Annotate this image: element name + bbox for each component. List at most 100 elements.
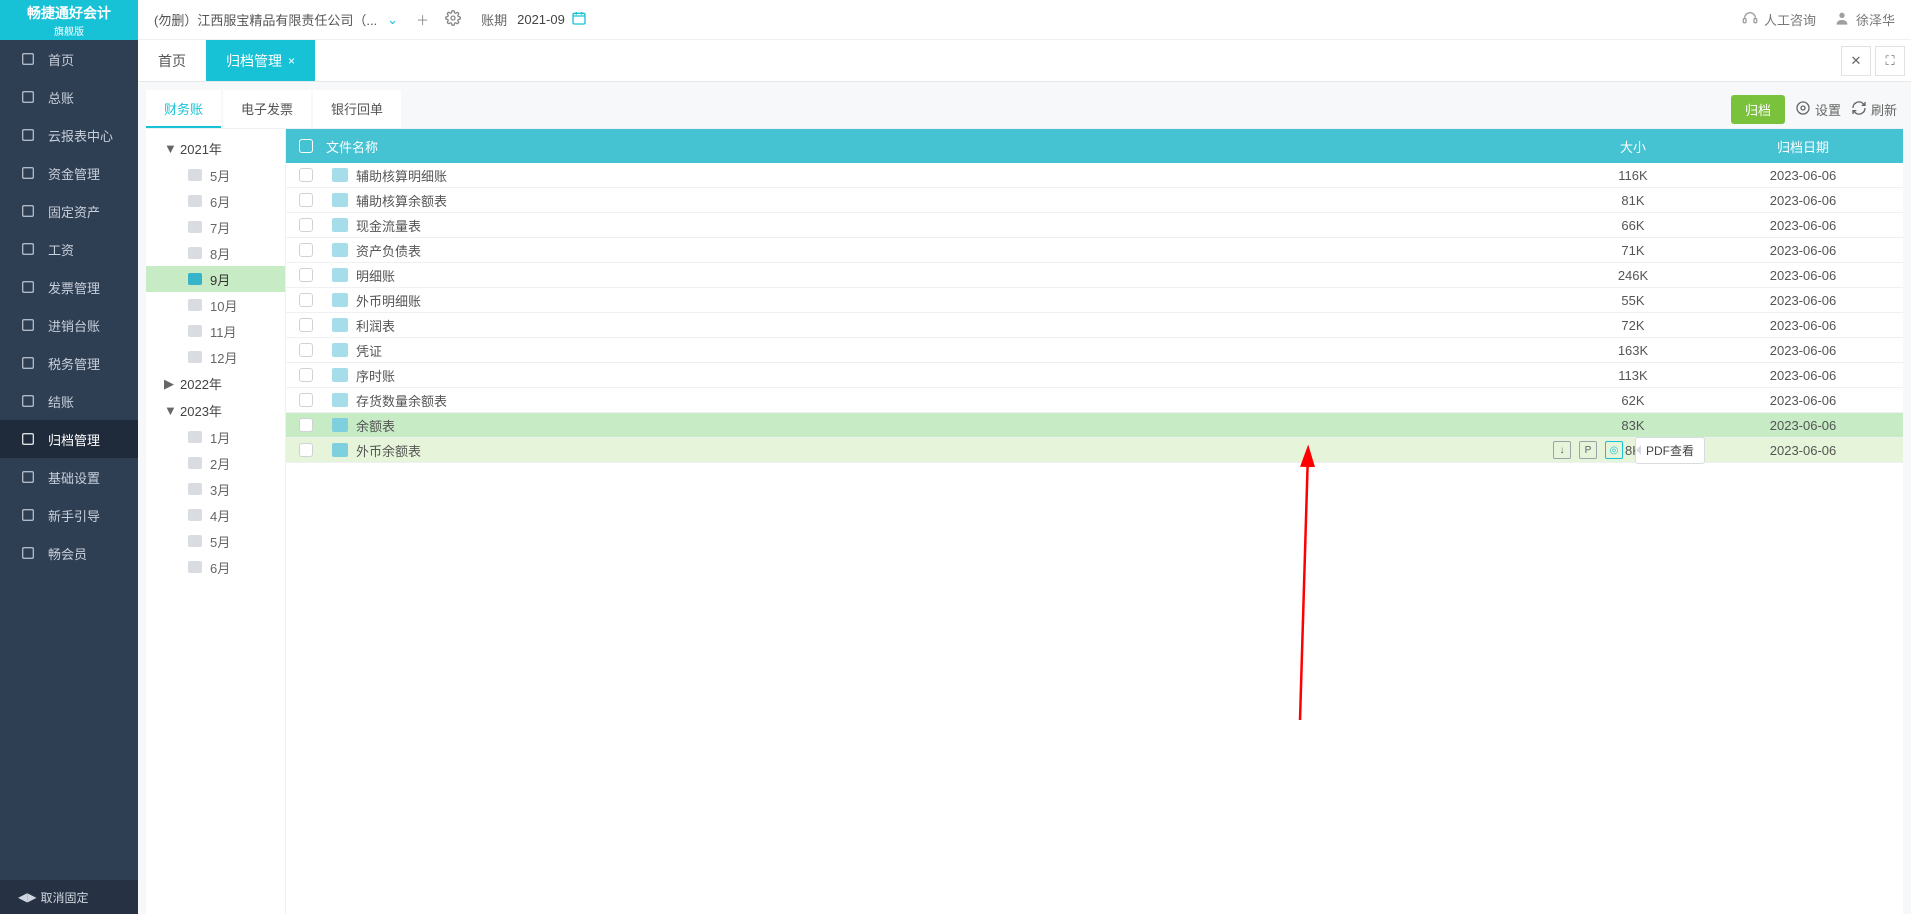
nav-member[interactable]: 畅会员 (0, 534, 138, 572)
nav-archive[interactable]: 归档管理 (0, 420, 138, 458)
tree-month[interactable]: 5月 (146, 528, 285, 554)
period-label: 账期 (481, 10, 507, 29)
tree-month[interactable]: 8月 (146, 240, 285, 266)
table-row[interactable]: 存货数量余额表62K2023-06-06 (286, 388, 1903, 413)
nav-tax[interactable]: 税务管理 (0, 344, 138, 382)
tab-归档管理[interactable]: 归档管理× (206, 40, 315, 81)
tree-month[interactable]: 10月 (146, 292, 285, 318)
nav-funds[interactable]: 资金管理 (0, 154, 138, 192)
table-row[interactable]: 外币明细账55K2023-06-06 (286, 288, 1903, 313)
row-checkbox[interactable] (299, 218, 313, 232)
unpin-button[interactable]: ◀▶ 取消固定 (0, 880, 138, 914)
tab-首页[interactable]: 首页 (138, 40, 206, 81)
nav-home[interactable]: 首页 (0, 40, 138, 78)
tree-month[interactable]: 6月 (146, 188, 285, 214)
file-name: 凭证 (356, 341, 382, 360)
subtab-电子发票[interactable]: 电子发票 (223, 90, 311, 128)
row-checkbox[interactable] (299, 293, 313, 307)
row-checkbox[interactable] (299, 368, 313, 382)
tree-month[interactable]: 4月 (146, 502, 285, 528)
nav-closing[interactable]: 结账 (0, 382, 138, 420)
row-checkbox[interactable] (299, 443, 313, 457)
nav-invoice[interactable]: 发票管理 (0, 268, 138, 306)
table-row[interactable]: 利润表72K2023-06-06 (286, 313, 1903, 338)
tree-month[interactable]: 3月 (146, 476, 285, 502)
tree-month[interactable]: 11月 (146, 318, 285, 344)
nav-label: 发票管理 (48, 278, 100, 297)
month-label: 5月 (210, 532, 230, 551)
support-button[interactable]: 人工咨询 (1742, 10, 1816, 29)
row-checkbox[interactable] (299, 168, 313, 182)
close-icon[interactable]: × (288, 54, 295, 68)
file-size: 246K (1563, 268, 1703, 283)
logo-main: 畅捷通好会计 (27, 3, 111, 23)
period-value[interactable]: 2021-09 (517, 12, 565, 27)
tree-month[interactable]: 6月 (146, 554, 285, 580)
file-icon (332, 368, 348, 382)
row-checkbox[interactable] (299, 243, 313, 257)
row-checkbox[interactable] (299, 268, 313, 282)
tree-month[interactable]: 2月 (146, 450, 285, 476)
download-icon[interactable]: ↓ (1553, 441, 1571, 459)
row-checkbox[interactable] (299, 418, 313, 432)
tree-month[interactable]: 5月 (146, 162, 285, 188)
payroll-icon (20, 241, 36, 257)
folder-icon (188, 431, 202, 443)
tree-year[interactable]: ▼2023年 (146, 397, 285, 424)
nav-payroll[interactable]: 工资 (0, 230, 138, 268)
table-row[interactable]: 凭证163K2023-06-06 (286, 338, 1903, 363)
table-row[interactable]: 现金流量表66K2023-06-06 (286, 213, 1903, 238)
table-row[interactable]: 资产负债表71K2023-06-06 (286, 238, 1903, 263)
company-selector[interactable]: (勿删）江西服宝精品有限责任公司（... (154, 10, 377, 29)
tree-month[interactable]: 9月 (146, 266, 285, 292)
file-size: 66K (1563, 218, 1703, 233)
file-date: 2023-06-06 (1703, 418, 1903, 433)
subtab-财务账[interactable]: 财务账 (146, 90, 221, 128)
company-settings-button[interactable] (445, 10, 461, 29)
nav-label: 固定资产 (48, 202, 100, 221)
month-label: 10月 (210, 296, 237, 315)
nav-fixed-assets[interactable]: 固定资产 (0, 192, 138, 230)
table-row[interactable]: 辅助核算余额表81K2023-06-06 (286, 188, 1903, 213)
table-row[interactable]: 辅助核算明细账116K2023-06-06 (286, 163, 1903, 188)
file-size: 55K (1563, 293, 1703, 308)
row-checkbox[interactable] (299, 393, 313, 407)
file-name: 辅助核算明细账 (356, 166, 447, 185)
calendar-icon[interactable] (571, 10, 587, 29)
sidebar: 畅捷通好会计 旗舰版 首页总账云报表中心资金管理固定资产工资发票管理进销台账税务… (0, 0, 138, 914)
add-company-button[interactable]: ＋ (416, 10, 429, 29)
table-row[interactable]: 余额表83K2023-06-06 (286, 413, 1903, 438)
folder-icon (188, 299, 202, 311)
tree-month[interactable]: 7月 (146, 214, 285, 240)
close-all-tabs-button[interactable]: ✕ (1841, 46, 1871, 76)
select-all-checkbox[interactable] (299, 139, 313, 153)
table-row[interactable]: 外币余额表8K2023-06-06↓P◎PDF查看 (286, 438, 1903, 463)
refresh-button[interactable]: 刷新 (1851, 100, 1897, 119)
subtab-银行回单[interactable]: 银行回单 (313, 90, 401, 128)
row-checkbox[interactable] (299, 193, 313, 207)
topbar: (勿删）江西服宝精品有限责任公司（... ⌄ ＋ 账期 2021-09 人工咨询 (138, 0, 1911, 40)
company-caret-icon[interactable]: ⌄ (387, 12, 398, 28)
view-icon[interactable]: ◎ (1605, 441, 1623, 459)
table-row[interactable]: 明细账246K2023-06-06 (286, 263, 1903, 288)
tree-year[interactable]: ▶2022年 (146, 370, 285, 397)
tree-month[interactable]: 1月 (146, 424, 285, 450)
table-row[interactable]: 序时账113K2023-06-06 (286, 363, 1903, 388)
pdf-icon[interactable]: P (1579, 441, 1597, 459)
row-checkbox[interactable] (299, 343, 313, 357)
settings-button[interactable]: 设置 (1795, 100, 1841, 119)
archive-button[interactable]: 归档 (1731, 95, 1785, 124)
nav-cloud-report[interactable]: 云报表中心 (0, 116, 138, 154)
nav-ledger[interactable]: 总账 (0, 78, 138, 116)
gear-icon (1795, 100, 1811, 119)
nav-purchase-sales[interactable]: 进销台账 (0, 306, 138, 344)
row-checkbox[interactable] (299, 318, 313, 332)
nav-settings[interactable]: 基础设置 (0, 458, 138, 496)
tree-year[interactable]: ▼2021年 (146, 135, 285, 162)
month-label: 6月 (210, 192, 230, 211)
fullscreen-button[interactable]: ⛶ (1875, 46, 1905, 76)
nav-guide[interactable]: 新手引导 (0, 496, 138, 534)
tree-month[interactable]: 12月 (146, 344, 285, 370)
content-body: ▼2021年5月6月7月8月9月10月11月12月▶2022年▼2023年1月2… (146, 128, 1903, 914)
user-menu[interactable]: 徐泽华 (1834, 10, 1895, 29)
